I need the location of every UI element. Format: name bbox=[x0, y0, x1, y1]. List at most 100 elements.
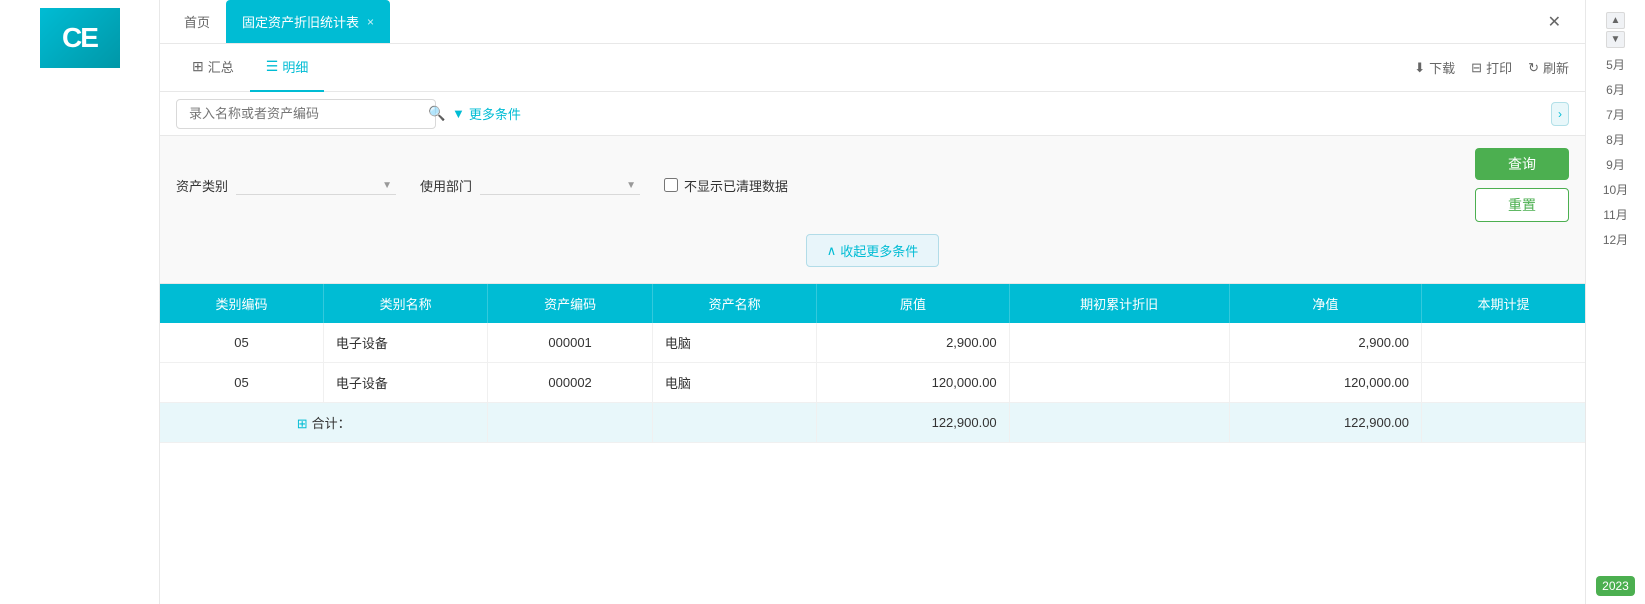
td-asset-code: 000001 bbox=[488, 323, 652, 363]
td-category-name: 电子设备 bbox=[323, 323, 487, 363]
print-label: 打印 bbox=[1486, 58, 1512, 77]
month-item[interactable]: 11月 bbox=[1595, 202, 1636, 227]
nav-home[interactable]: 首页 bbox=[176, 8, 218, 35]
print-btn[interactable]: ⊟ 打印 bbox=[1471, 58, 1512, 77]
month-item[interactable]: 10月 bbox=[1595, 177, 1636, 202]
filter-panel: 资产类别 ▼ 使用部门 ▼ bbox=[160, 136, 1585, 284]
td-asset-code: 000002 bbox=[488, 363, 652, 403]
table-header: 类别编码 类别名称 资产编码 资产名称 原值 期初累计折旧 净值 本期计提 bbox=[160, 284, 1585, 323]
month-item[interactable]: 12月 bbox=[1595, 227, 1636, 252]
summary-icon: ⊞ bbox=[192, 58, 204, 75]
month-item[interactable]: 7月 bbox=[1595, 102, 1636, 127]
month-item[interactable]: 8月 bbox=[1595, 127, 1636, 152]
td-asset-name: 电脑 bbox=[652, 323, 816, 363]
th-asset-code: 资产编码 bbox=[488, 284, 652, 323]
asset-category-select-wrapper: ▼ bbox=[236, 175, 396, 195]
td-net-value: 2,900.00 bbox=[1229, 323, 1421, 363]
nav-tab-active[interactable]: 固定资产折旧统计表 × bbox=[226, 0, 390, 43]
search-bar: 🔍 ▼ 更多条件 › bbox=[160, 92, 1585, 136]
filter-icon: ▼ bbox=[452, 106, 465, 121]
top-nav: 首页 固定资产折旧统计表 × ✕ bbox=[160, 0, 1585, 44]
hide-cleared-label: 不显示已清理数据 bbox=[684, 176, 788, 195]
search-icon[interactable]: 🔍 bbox=[428, 105, 445, 122]
tab-close-btn[interactable]: × bbox=[367, 15, 374, 29]
table-body: 05 电子设备 000001 电脑 2,900.00 2,900.00 05 电… bbox=[160, 323, 1585, 443]
td-total-current-depreciation bbox=[1422, 403, 1585, 443]
reset-btn[interactable]: 重置 bbox=[1475, 188, 1569, 222]
td-total-label: ⊞合计： bbox=[160, 403, 488, 443]
hide-cleared-checkbox[interactable] bbox=[664, 178, 678, 192]
table-header-row: 类别编码 类别名称 资产编码 资产名称 原值 期初累计折旧 净值 本期计提 bbox=[160, 284, 1585, 323]
data-table-container: 类别编码 类别名称 资产编码 资产名称 原值 期初累计折旧 净值 本期计提 05… bbox=[160, 284, 1585, 604]
detail-icon: ☰ bbox=[266, 58, 279, 75]
td-total-accum-depreciation bbox=[1009, 403, 1229, 443]
th-category-code: 类别编码 bbox=[160, 284, 323, 323]
td-accum-depreciation bbox=[1009, 323, 1229, 363]
total-row: ⊞合计： 122,900.00 122,900.00 bbox=[160, 403, 1585, 443]
td-category-code: 05 bbox=[160, 363, 323, 403]
th-net-value: 净值 bbox=[1229, 284, 1421, 323]
toolbar: ⊞ 汇总 ☰ 明细 ⬇ 下载 ⊟ 打印 ↻ 刷新 bbox=[160, 44, 1585, 92]
filter-row-1: 资产类别 ▼ 使用部门 ▼ bbox=[176, 148, 1569, 222]
th-asset-name: 资产名称 bbox=[652, 284, 816, 323]
collapse-chevron-icon: ∧ bbox=[827, 243, 837, 259]
download-label: 下载 bbox=[1429, 58, 1455, 77]
nav-tab-label: 固定资产折旧统计表 bbox=[242, 12, 359, 31]
toolbar-actions: ⬇ 下载 ⊟ 打印 ↻ 刷新 bbox=[1414, 58, 1569, 77]
td-current-depreciation bbox=[1422, 363, 1585, 403]
td-total-original-value: 122,900.00 bbox=[817, 403, 1009, 443]
right-panel: ▲ ▼ 5月6月7月8月9月10月11月12月 2023 bbox=[1585, 0, 1645, 604]
print-icon: ⊟ bbox=[1471, 60, 1482, 76]
td-total-empty2 bbox=[652, 403, 816, 443]
month-item[interactable]: 6月 bbox=[1595, 77, 1636, 102]
th-current-depreciation: 本期计提 bbox=[1422, 284, 1585, 323]
nav-arrows: ▲ ▼ bbox=[1606, 8, 1626, 52]
th-accum-depreciation: 期初累计折旧 bbox=[1009, 284, 1229, 323]
td-category-name: 电子设备 bbox=[323, 363, 487, 403]
nav-down-btn[interactable]: ▼ bbox=[1606, 31, 1626, 48]
department-select-wrapper: ▼ bbox=[480, 175, 640, 195]
month-list: 5月6月7月8月9月10月11月12月 bbox=[1595, 52, 1636, 252]
td-asset-name: 电脑 bbox=[652, 363, 816, 403]
collapse-arrow-btn[interactable]: › bbox=[1551, 102, 1569, 126]
filter-department: 使用部门 ▼ bbox=[420, 175, 640, 195]
tab-detail[interactable]: ☰ 明细 bbox=[250, 44, 325, 92]
td-original-value: 2,900.00 bbox=[817, 323, 1009, 363]
month-item[interactable]: 9月 bbox=[1595, 152, 1636, 177]
td-current-depreciation bbox=[1422, 323, 1585, 363]
main-content: 首页 固定资产折旧统计表 × ✕ ⊞ 汇总 ☰ 明细 ⬇ 下载 bbox=[160, 0, 1585, 604]
year-badge[interactable]: 2023 bbox=[1596, 576, 1635, 596]
filter-hide-cleared[interactable]: 不显示已清理数据 bbox=[664, 176, 788, 195]
logo-area: CE bbox=[0, 0, 160, 604]
table-row: 05 电子设备 000001 电脑 2,900.00 2,900.00 bbox=[160, 323, 1585, 363]
td-net-value: 120,000.00 bbox=[1229, 363, 1421, 403]
filter-buttons: 查询 重置 bbox=[1475, 148, 1569, 222]
download-btn[interactable]: ⬇ 下载 bbox=[1414, 58, 1455, 77]
download-icon: ⬇ bbox=[1414, 60, 1425, 76]
department-select[interactable] bbox=[480, 175, 640, 195]
query-btn[interactable]: 查询 bbox=[1475, 148, 1569, 180]
department-label: 使用部门 bbox=[420, 176, 472, 195]
tab-summary[interactable]: ⊞ 汇总 bbox=[176, 44, 250, 92]
td-original-value: 120,000.00 bbox=[817, 363, 1009, 403]
month-item[interactable]: 5月 bbox=[1595, 52, 1636, 77]
tab-summary-label: 汇总 bbox=[208, 57, 234, 76]
filter-btn[interactable]: ▼ 更多条件 bbox=[452, 104, 521, 123]
asset-category-select[interactable] bbox=[236, 175, 396, 195]
td-total-empty1 bbox=[488, 403, 652, 443]
nav-up-btn[interactable]: ▲ bbox=[1606, 12, 1626, 29]
search-input[interactable] bbox=[176, 99, 436, 129]
collapse-more-label: 收起更多条件 bbox=[840, 241, 918, 260]
asset-category-label: 资产类别 bbox=[176, 176, 228, 195]
td-category-code: 05 bbox=[160, 323, 323, 363]
data-table: 类别编码 类别名称 资产编码 资产名称 原值 期初累计折旧 净值 本期计提 05… bbox=[160, 284, 1585, 443]
tab-detail-label: 明细 bbox=[282, 57, 308, 76]
table-row: 05 电子设备 000002 电脑 120,000.00 120,000.00 bbox=[160, 363, 1585, 403]
collapse-more-btn[interactable]: ∧ 收起更多条件 bbox=[806, 234, 940, 267]
refresh-btn[interactable]: ↻ 刷新 bbox=[1528, 58, 1569, 77]
td-total-net-value: 122,900.00 bbox=[1229, 403, 1421, 443]
th-original-value: 原值 bbox=[817, 284, 1009, 323]
td-accum-depreciation bbox=[1009, 363, 1229, 403]
window-close-btn[interactable]: ✕ bbox=[1540, 8, 1569, 36]
refresh-icon: ↻ bbox=[1528, 60, 1539, 76]
